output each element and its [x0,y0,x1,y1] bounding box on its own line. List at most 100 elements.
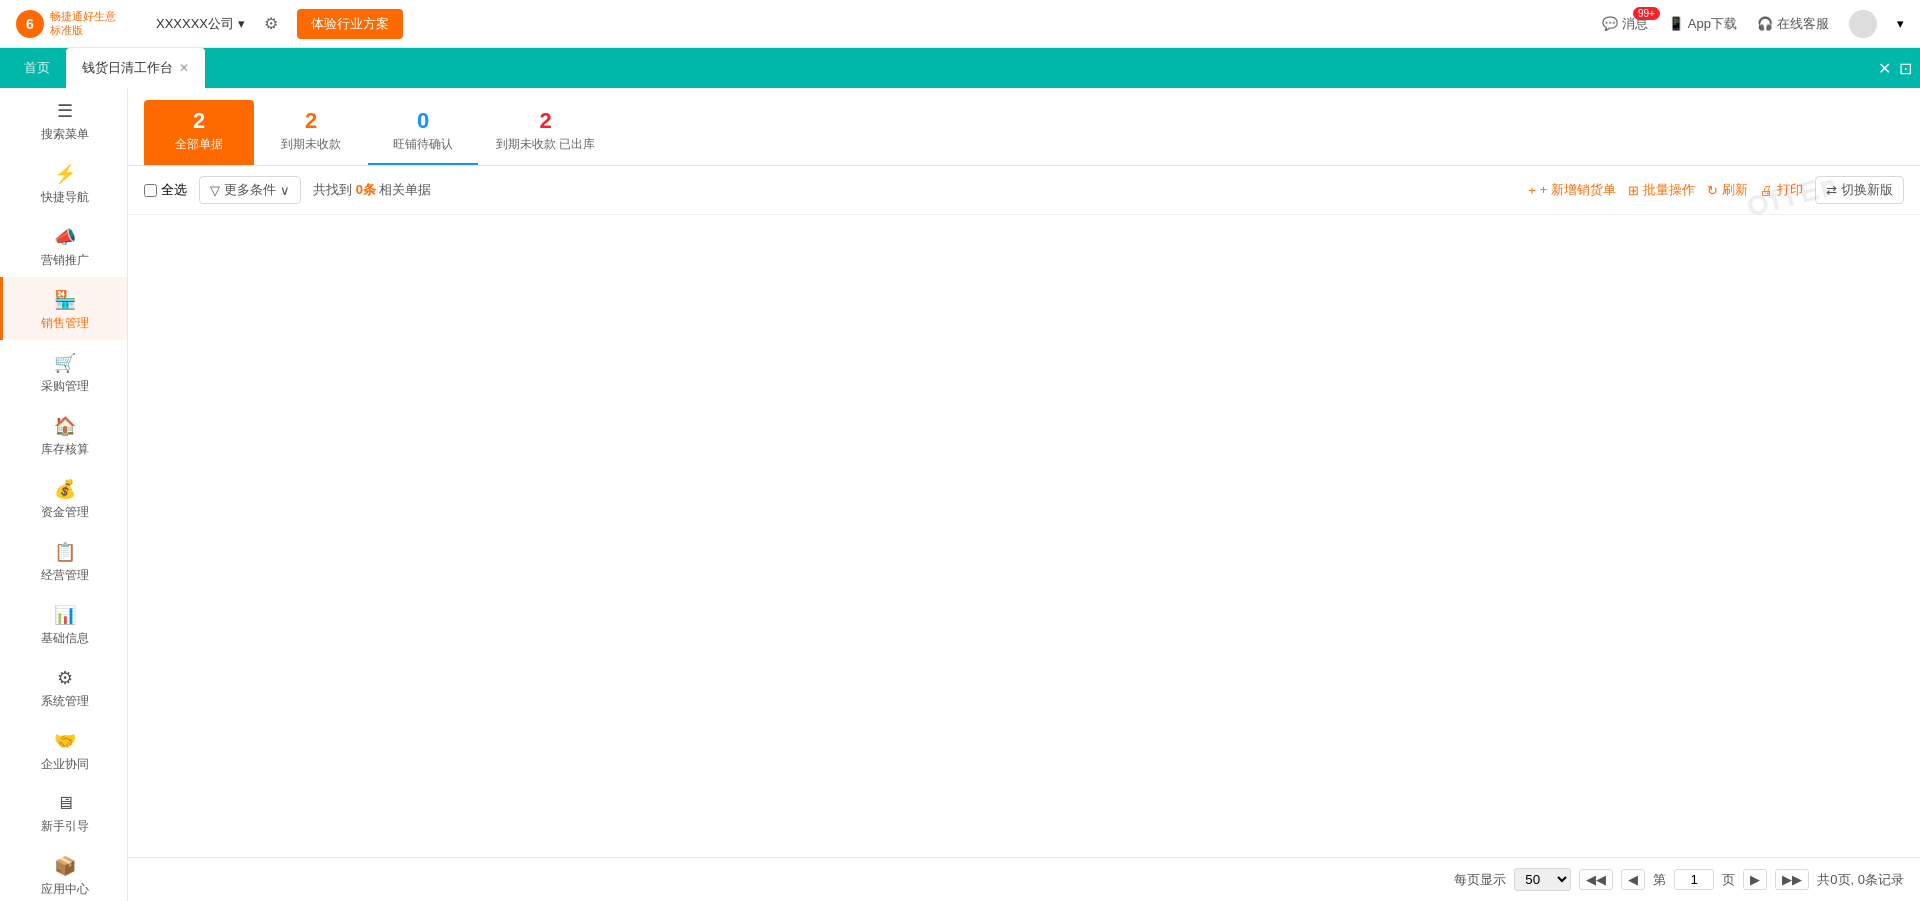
page-number-input[interactable] [1674,869,1714,890]
stats-tab-all[interactable]: 2 全部单据 [144,100,254,165]
sidebar-item-system[interactable]: ⚙ 系统管理 [0,655,127,718]
sidebar-item-sales[interactable]: 🏪 销售管理 [0,277,127,340]
stats-tab-overdue-num: 2 [272,108,350,134]
tab-work-bench[interactable]: 钱货日清工作台 ✕ [66,48,205,88]
print-label: 打印 [1777,181,1803,199]
per-page-select[interactable]: 50 10 20 100 [1514,868,1571,891]
batch-icon: ⊞ [1628,183,1639,198]
logo-text: 畅捷通好生意 标准版 [50,10,116,36]
settings-icon[interactable]: ⚙ [257,10,285,38]
main-layout: ☰ 搜索菜单 ⚡ 快捷导航 📣 营销推广 🏪 销售管理 🛒 采购管理 🏠 库存核… [0,88,1920,901]
sidebar-item-label: 资金管理 [41,504,89,521]
select-all-label: 全选 [161,181,187,199]
app-download-label: App下载 [1688,15,1737,33]
switch-label: 切换新版 [1841,181,1893,199]
tab-home[interactable]: 首页 [8,48,66,88]
batch-button[interactable]: ⊞ 批量操作 [1628,181,1695,199]
sidebar: ☰ 搜索菜单 ⚡ 快捷导航 📣 营销推广 🏪 销售管理 🛒 采购管理 🏠 库存核… [0,88,128,901]
company-selector[interactable]: XXXXXX公司 ▾ [156,15,245,33]
refresh-label: 刷新 [1722,181,1748,199]
sidebar-item-shortcut[interactable]: ⚡ 快捷导航 [0,151,127,214]
online-service-area[interactable]: 🎧 在线客服 [1757,15,1829,33]
sidebar-item-label: 库存核算 [41,441,89,458]
refresh-icon: ↻ [1707,183,1718,198]
avatar[interactable] [1849,10,1877,38]
found-text: 共找到 0条 相关单据 [313,181,431,199]
stats-tab-overdue[interactable]: 2 到期未收款 [256,100,366,165]
per-page-label: 每页显示 [1454,871,1506,889]
sidebar-item-inventory[interactable]: 🏠 库存核算 [0,403,127,466]
add-icon: + [1528,183,1536,198]
system-icon: ⚙ [57,667,73,689]
top-bar: 6 畅捷通好生意 标准版 XXXXXX公司 ▾ ⚙ 体验行业方案 💬 消息 99… [0,0,1920,48]
first-page-button[interactable]: ◀◀ [1579,869,1613,890]
print-button[interactable]: 🖨 打印 [1760,181,1803,199]
app-download-area[interactable]: 📱 App下载 [1668,15,1737,33]
stats-tab-wangpu[interactable]: 0 旺铺待确认 [368,100,478,165]
online-service-icon: 🎧 [1757,16,1773,31]
purchase-icon: 🛒 [54,352,76,374]
add-label: + 新增销货单 [1540,181,1616,199]
sidebar-item-app-center[interactable]: 📦 应用中心 [0,843,127,901]
sidebar-item-guide[interactable]: 🖥 新手引导 [0,781,127,843]
online-service-label: 在线客服 [1777,15,1829,33]
total-records: 共0页, 0条记录 [1817,871,1904,889]
sidebar-item-label: 企业协同 [41,756,89,773]
tab-home-label: 首页 [24,59,50,77]
shortcut-icon: ⚡ [54,163,76,185]
sidebar-item-label: 营销推广 [41,252,89,269]
sidebar-item-search[interactable]: ☰ 搜索菜单 [0,88,127,151]
stats-tab-wangpu-num: 0 [384,108,462,134]
add-order-button[interactable]: + + 新增销货单 [1528,181,1616,199]
pagination: 每页显示 50 10 20 100 ◀◀ ◀ 第 页 ▶ ▶▶ 共0页, 0条记… [128,857,1920,901]
stats-tab-overdue-out-label: 到期未收款 已出库 [496,136,595,153]
tab-close-icon[interactable]: ✕ [179,61,189,75]
toolbar: 全选 ▽ 更多条件 ∨ 共找到 0条 相关单据 + + 新增销货单 ⊞ 批量操作 [128,166,1920,215]
base-info-icon: 📊 [54,604,76,626]
sidebar-item-label: 基础信息 [41,630,89,647]
sidebar-item-finance[interactable]: 💰 资金管理 [0,466,127,529]
page-prefix-label: 第 [1653,871,1666,889]
sidebar-item-enterprise[interactable]: 🤝 企业协同 [0,718,127,781]
trial-button[interactable]: 体验行业方案 [297,9,403,39]
sidebar-item-marketing[interactable]: 📣 营销推广 [0,214,127,277]
sidebar-item-label: 新手引导 [41,818,89,835]
message-area[interactable]: 💬 消息 99+ [1602,15,1648,33]
sidebar-item-base-info[interactable]: 📊 基础信息 [0,592,127,655]
enterprise-icon: 🤝 [54,730,76,752]
user-dropdown-arrow[interactable]: ▾ [1897,16,1904,31]
marketing-icon: 📣 [54,226,76,248]
message-badge: 99+ [1633,7,1660,20]
select-all-checkbox[interactable]: 全选 [144,181,187,199]
sidebar-item-label: 系统管理 [41,693,89,710]
filter-label: 更多条件 [224,181,276,199]
refresh-button[interactable]: ↻ 刷新 [1707,181,1748,199]
sidebar-item-label: 快捷导航 [41,189,89,206]
app-download-icon: 📱 [1668,16,1684,31]
stats-tab-overdue-label: 到期未收款 [272,136,350,153]
logo-icon: 6 [16,10,44,38]
sidebar-item-label: 搜索菜单 [41,126,89,143]
page-suffix-label: 页 [1722,871,1735,889]
window-controls: ✕ ⊡ [1878,59,1912,78]
search-menu-icon: ☰ [57,100,73,122]
last-page-button[interactable]: ▶▶ [1775,869,1809,890]
stats-tab-overdue-out[interactable]: 2 到期未收款 已出库 [480,100,611,165]
switch-icon: ⇄ [1826,183,1837,198]
switch-version-button[interactable]: ⇄ 切换新版 [1815,176,1904,204]
logo-area: 6 畅捷通好生意 标准版 [16,10,144,38]
sidebar-item-operation[interactable]: 📋 经营管理 [0,529,127,592]
sidebar-item-purchase[interactable]: 🛒 采购管理 [0,340,127,403]
message-icon: 💬 [1602,16,1618,31]
main-content: 2 全部单据 2 到期未收款 0 旺铺待确认 2 到期未收款 已出库 全选 [128,88,1920,901]
filter-icon: ▽ [210,183,220,198]
next-page-button[interactable]: ▶ [1743,869,1767,890]
sidebar-item-label: 销售管理 [41,315,89,332]
print-icon: 🖨 [1760,183,1773,198]
select-all-input[interactable] [144,184,157,197]
found-count: 0条 [356,182,376,197]
window-maximize-icon[interactable]: ⊡ [1899,59,1912,78]
window-minimize-icon[interactable]: ✕ [1878,59,1891,78]
prev-page-button[interactable]: ◀ [1621,869,1645,890]
filter-button[interactable]: ▽ 更多条件 ∨ [199,176,301,204]
